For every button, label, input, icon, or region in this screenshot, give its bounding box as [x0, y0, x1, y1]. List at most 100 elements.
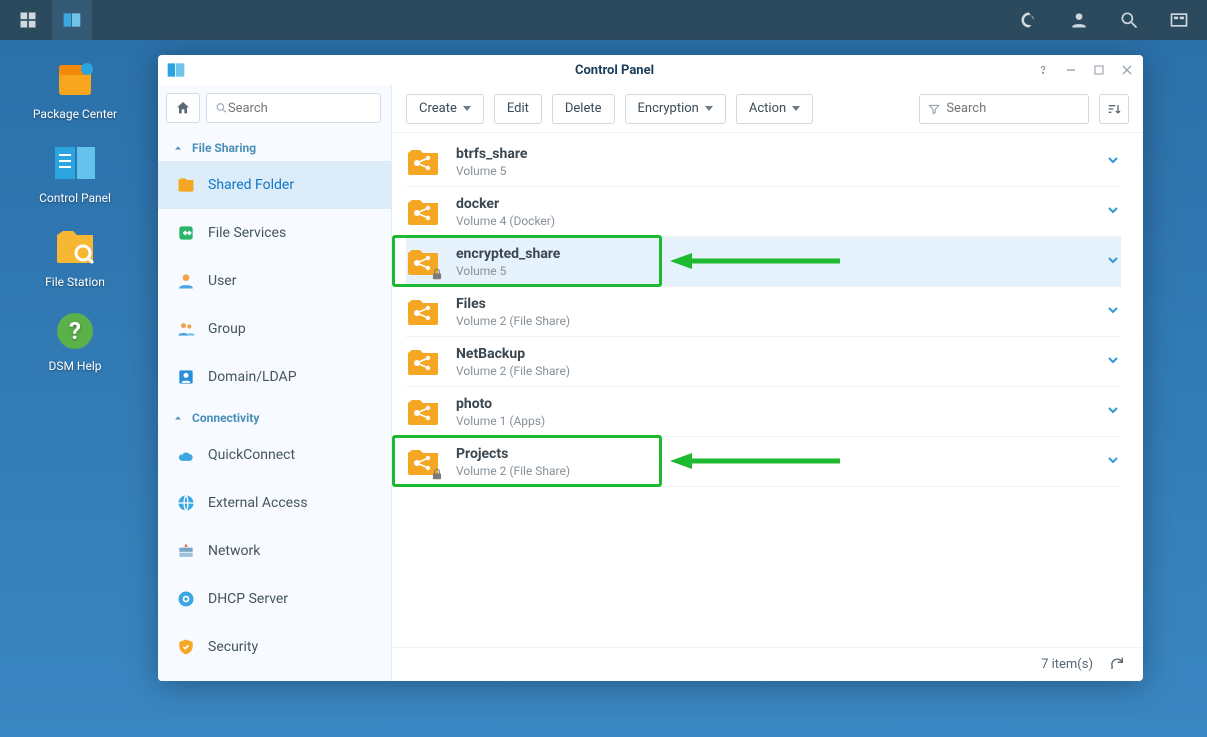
sort-button[interactable] — [1099, 94, 1129, 124]
sidebar-item-label: External Access — [208, 495, 308, 511]
main-menu-button[interactable] — [8, 0, 48, 40]
sidebar-item-label: Network — [208, 543, 260, 559]
task-control-panel[interactable] — [52, 0, 92, 40]
network-icon — [176, 541, 196, 561]
folder-row[interactable]: dockerVolume 4 (Docker) — [406, 187, 1121, 237]
chevron-down-icon[interactable] — [1105, 202, 1121, 222]
refresh-button[interactable] — [1109, 655, 1125, 675]
dhcp-icon — [176, 589, 196, 609]
folder-icon — [406, 398, 440, 426]
toolbar-search-input[interactable] — [946, 101, 1080, 116]
desktop-label: Package Center — [33, 107, 117, 121]
sidebar-search-input[interactable] — [228, 101, 372, 116]
window-title: Control Panel — [194, 63, 1035, 78]
file-services-icon — [176, 223, 196, 243]
widgets-icon[interactable] — [1159, 0, 1199, 40]
folder-volume: Volume 2 (File Share) — [456, 364, 570, 378]
titlebar: Control Panel — [158, 55, 1143, 85]
action-button[interactable]: Action — [736, 94, 813, 124]
search-icon[interactable] — [1109, 0, 1149, 40]
search-icon — [215, 101, 228, 115]
sidebar-item-label: Shared Folder — [208, 177, 294, 193]
folder-volume: Volume 5 — [456, 264, 560, 278]
sidebar-search[interactable] — [206, 93, 381, 123]
svg-text:?: ? — [69, 317, 81, 345]
account-icon[interactable] — [1059, 0, 1099, 40]
desktop-file-station[interactable]: File Station — [45, 223, 105, 289]
sidebar-item-label: File Services — [208, 225, 286, 241]
sidebar-item-label: Security — [208, 639, 258, 655]
folder-icon — [406, 448, 440, 476]
delete-button[interactable]: Delete — [552, 94, 615, 124]
sidebar-item-quickconnect[interactable]: QuickConnect — [158, 431, 391, 479]
sidebar-item-user[interactable]: User — [158, 257, 391, 305]
close-button[interactable] — [1119, 62, 1135, 78]
chevron-down-icon[interactable] — [1105, 252, 1121, 272]
encryption-button[interactable]: Encryption — [625, 94, 726, 124]
chevron-down-icon — [792, 106, 800, 111]
sidebar-item-network[interactable]: Network — [158, 527, 391, 575]
folder-name: photo — [456, 396, 545, 412]
chevron-down-icon[interactable] — [1105, 352, 1121, 372]
chevron-down-icon[interactable] — [1105, 152, 1121, 172]
sidebar-item-label: Domain/LDAP — [208, 369, 297, 385]
sidebar-item-shared-folder[interactable]: Shared Folder — [158, 161, 391, 209]
folder-icon — [406, 198, 440, 226]
desktop-package-center[interactable]: Package Center — [33, 55, 117, 121]
help-button[interactable] — [1035, 62, 1051, 78]
chevron-down-icon[interactable] — [1105, 402, 1121, 422]
chevron-down-icon — [705, 106, 713, 111]
create-button[interactable]: Create — [406, 94, 484, 124]
folder-row[interactable]: photoVolume 1 (Apps) — [406, 387, 1121, 437]
sidebar-item-group[interactable]: Group — [158, 305, 391, 353]
home-button[interactable] — [166, 93, 200, 123]
desktop-dsm-help[interactable]: ? DSM Help — [48, 307, 101, 373]
group-icon — [176, 319, 196, 339]
sidebar-group-header[interactable]: File Sharing — [158, 131, 391, 161]
chevron-down-icon[interactable] — [1105, 302, 1121, 322]
folder-row[interactable]: btrfs_share Volume 5 — [406, 137, 1121, 187]
sidebar-item-security[interactable]: Security — [158, 623, 391, 671]
security-icon — [176, 637, 196, 657]
filter-icon — [928, 102, 940, 116]
quickconnect-icon — [176, 445, 196, 465]
toolbar: Create Edit Delete Encryption Action — [392, 85, 1143, 133]
toolbar-search[interactable] — [919, 94, 1089, 124]
user-icon — [176, 271, 196, 291]
sidebar-item-label: QuickConnect — [208, 447, 295, 463]
sidebar-item-external-access[interactable]: External Access — [158, 479, 391, 527]
sidebar-item-file-services[interactable]: File Services — [158, 209, 391, 257]
folder-icon — [406, 148, 440, 176]
folder-volume: Volume 4 (Docker) — [456, 214, 555, 228]
folder-name: Files — [456, 296, 570, 312]
minimize-button[interactable] — [1063, 62, 1079, 78]
desktop-control-panel[interactable]: Control Panel — [39, 139, 111, 205]
folder-name: Projects — [456, 446, 570, 462]
notifications-icon[interactable] — [1009, 0, 1049, 40]
folder-row[interactable]: FilesVolume 2 (File Share) — [406, 287, 1121, 337]
main-panel: Create Edit Delete Encryption Action btr… — [392, 85, 1143, 681]
desktop-label: DSM Help — [48, 359, 101, 373]
maximize-button[interactable] — [1091, 62, 1107, 78]
folder-icon — [406, 248, 440, 276]
folder-icon — [406, 298, 440, 326]
sidebar-item-label: DHCP Server — [208, 591, 288, 607]
item-count: 7 item(s) — [1041, 657, 1093, 672]
folder-row[interactable]: NetBackupVolume 2 (File Share) — [406, 337, 1121, 387]
sidebar-group-header[interactable]: Connectivity — [158, 401, 391, 431]
folder-volume: Volume 5 — [456, 164, 527, 178]
desktop-label: Control Panel — [39, 191, 111, 205]
sidebar-item-domain-ldap[interactable]: Domain/LDAP — [158, 353, 391, 401]
domain-icon — [176, 367, 196, 387]
chevron-down-icon[interactable] — [1105, 452, 1121, 472]
sidebar-item-dhcp-server[interactable]: DHCP Server — [158, 575, 391, 623]
sidebar: File Sharing Shared Folder File Services Us… — [158, 85, 392, 681]
folder-row[interactable]: Projects Volume 2 (File Share) — [406, 437, 1121, 487]
edit-button[interactable]: Edit — [494, 94, 542, 124]
desktop-icons: Package Center Control Panel File Statio… — [0, 55, 150, 373]
taskbar — [0, 0, 1207, 40]
desktop-label: File Station — [45, 275, 105, 289]
folder-volume: Volume 2 (File Share) — [456, 464, 570, 478]
folder-name: btrfs_share — [456, 146, 527, 162]
folder-row[interactable]: encrypted_shareVolume 5 — [406, 237, 1121, 287]
